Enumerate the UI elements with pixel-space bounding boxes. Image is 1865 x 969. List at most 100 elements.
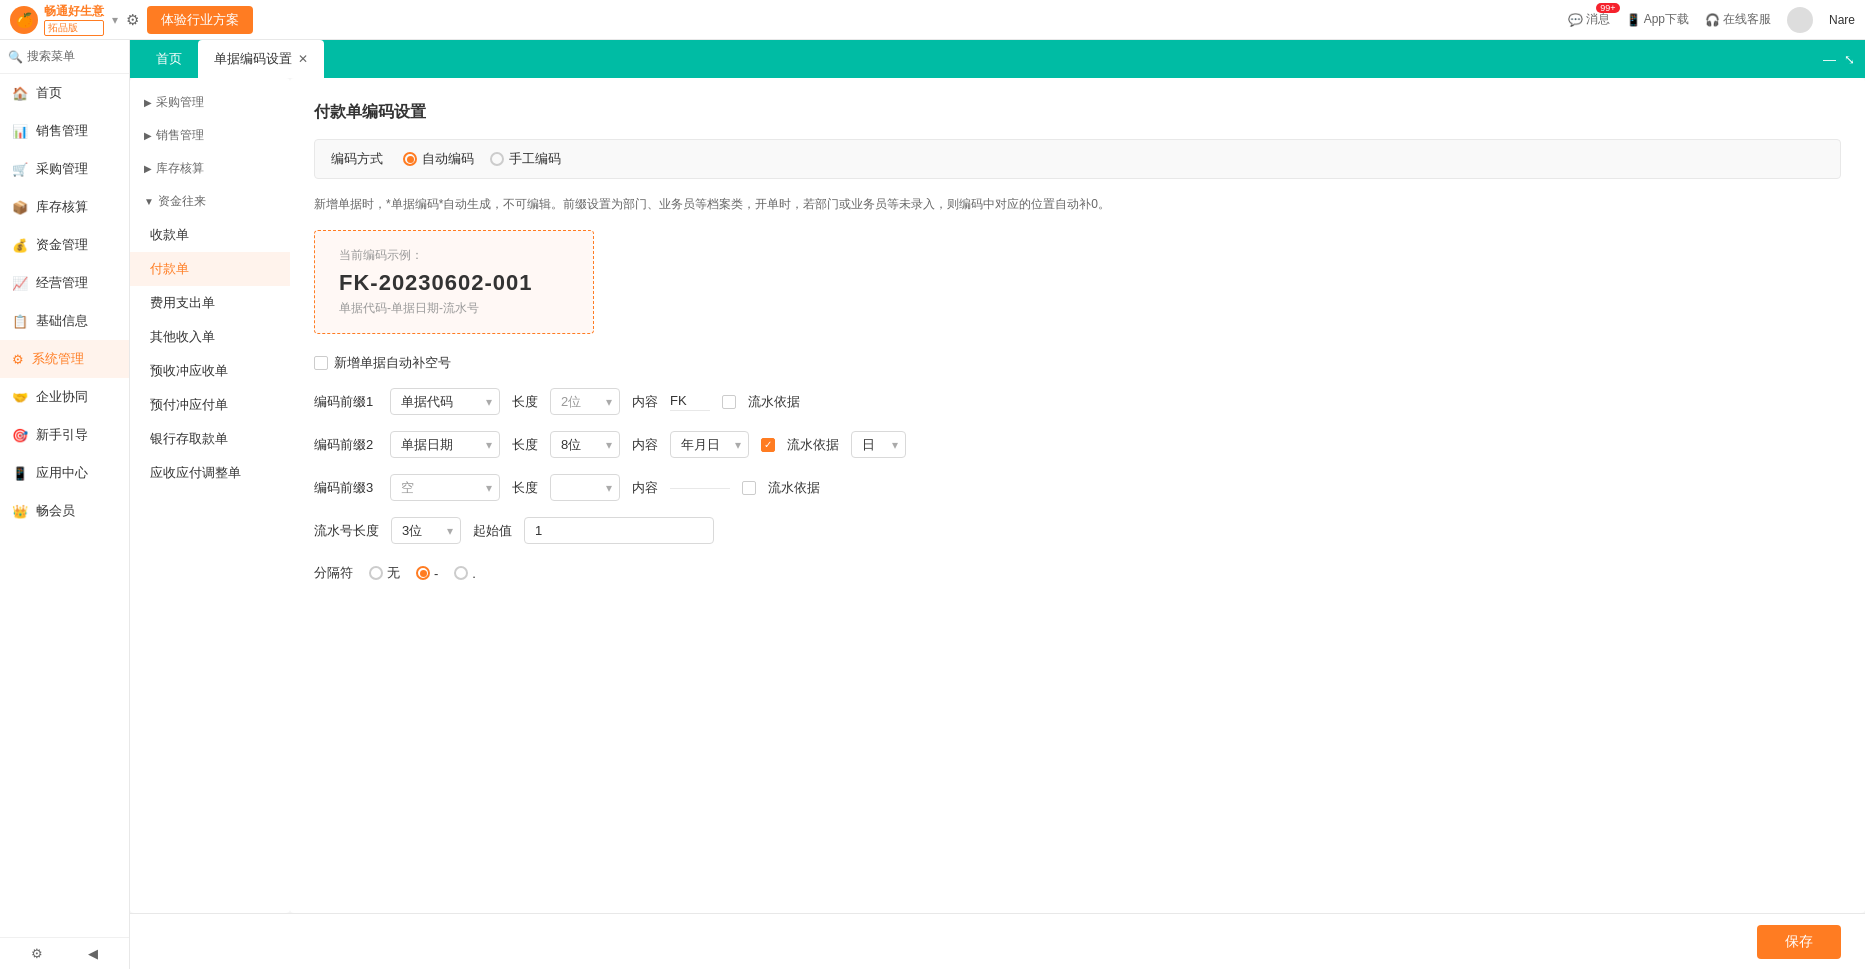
online-service[interactable]: 🎧 在线客服 <box>1705 11 1771 28</box>
sep-none[interactable]: 无 <box>369 564 400 582</box>
sidebar-item-operation[interactable]: 📈 经营管理 <box>0 264 129 302</box>
sidebar-item-home[interactable]: 🏠 首页 <box>0 74 129 112</box>
form-area: 付款单编码设置 编码方式 自动编码 手工编码 <box>290 78 1865 913</box>
sidebar-search[interactable]: 🔍 搜索菜单 <box>0 40 129 74</box>
prefix3-content-label: 内容 <box>632 479 658 497</box>
prefix1-content-label: 内容 <box>632 393 658 411</box>
prefix1-select-wrap[interactable]: 单据代码 <box>390 388 500 415</box>
separator-options: 无 - . <box>369 564 476 582</box>
settings-icon[interactable]: ⚙ <box>126 11 139 29</box>
serial-length-wrap[interactable]: 3位 <box>391 517 461 544</box>
manual-encode-option[interactable]: 手工编码 <box>490 150 561 168</box>
prefix2-length-select[interactable]: 8位 <box>550 431 620 458</box>
prefix2-content-select[interactable]: 年月日 <box>670 431 749 458</box>
user-avatar[interactable] <box>1787 7 1813 33</box>
prefix1-label: 编码前缀1 <box>314 393 378 411</box>
logo-icon: 🍊 <box>10 6 38 34</box>
sidebar-settings-icon[interactable]: ⚙ <box>31 946 43 961</box>
app-download[interactable]: 📱 App下载 <box>1626 11 1689 28</box>
purchase-icon: 🛒 <box>12 162 28 177</box>
prefix3-content-value <box>670 486 730 489</box>
sidebar-collapse-icon[interactable]: ◀ <box>88 946 98 961</box>
sec-nav-advance-receivable[interactable]: 预收冲应收单 <box>130 354 290 388</box>
prefix1-serial-label: 流水依据 <box>748 393 800 411</box>
sec-nav-expense[interactable]: 费用支出单 <box>130 286 290 320</box>
encoding-method-label: 编码方式 <box>331 150 383 168</box>
prefix2-serial-unit-select[interactable]: 日 <box>851 431 906 458</box>
sidebar-item-member[interactable]: 👑 畅会员 <box>0 492 129 530</box>
sec-nav-other-income[interactable]: 其他收入单 <box>130 320 290 354</box>
prefix2-serial-unit-wrap[interactable]: 日 <box>851 431 906 458</box>
sidebar-item-apps[interactable]: 📱 应用中心 <box>0 454 129 492</box>
auto-encode-radio[interactable] <box>403 152 417 166</box>
sec-nav-inventory[interactable]: ▶ 库存核算 <box>130 152 290 185</box>
prefix2-select[interactable]: 单据日期 <box>390 431 500 458</box>
prefix3-serial-check[interactable] <box>742 481 756 495</box>
sec-nav-sales[interactable]: ▶ 销售管理 <box>130 119 290 152</box>
sidebar-item-guide[interactable]: 🎯 新手引导 <box>0 416 129 454</box>
sec-nav-group-inventory: ▶ 库存核算 <box>130 152 290 185</box>
auto-fill-row[interactable]: 新增单据自动补空号 <box>314 354 1841 372</box>
sidebar-item-basic[interactable]: 📋 基础信息 <box>0 302 129 340</box>
sidebar-item-finance[interactable]: 💰 资金管理 <box>0 226 129 264</box>
dropdown-arrow[interactable]: ▾ <box>112 13 118 27</box>
finance-icon: 💰 <box>12 238 28 253</box>
auto-fill-checkbox[interactable] <box>314 356 328 370</box>
serial-length-select[interactable]: 3位 <box>391 517 461 544</box>
encoding-method-row: 编码方式 自动编码 手工编码 <box>314 139 1841 179</box>
sec-nav-group-finance: ▼ 资金往来 收款单 付款单 费用支出单 其他收入单 预收冲应收单 预付冲应付单… <box>130 185 290 490</box>
prefix1-length-select[interactable]: 2位 <box>550 388 620 415</box>
prefix3-length-wrap[interactable] <box>550 474 620 501</box>
prefix2-content-wrap[interactable]: 年月日 <box>670 431 749 458</box>
serial-row: 流水号长度 3位 起始值 <box>314 517 1841 544</box>
sep-dot[interactable]: . <box>454 566 476 581</box>
tab-close-icon[interactable]: ✕ <box>298 52 308 66</box>
prefix1-row: 编码前缀1 单据代码 长度 2位 内容 FK 流水 <box>314 388 1841 415</box>
prefix3-select-wrap[interactable]: 空 <box>390 474 500 501</box>
prefix2-select-wrap[interactable]: 单据日期 <box>390 431 500 458</box>
sep-dash[interactable]: - <box>416 566 438 581</box>
prefix2-length-wrap[interactable]: 8位 <box>550 431 620 458</box>
sep-dot-radio[interactable] <box>454 566 468 580</box>
sidebar-item-sales[interactable]: 📊 销售管理 <box>0 112 129 150</box>
sidebar-item-purchase[interactable]: 🛒 采购管理 <box>0 150 129 188</box>
prefix2-serial-check[interactable]: ✓ <box>761 438 775 452</box>
sec-nav-bank-deposit[interactable]: 银行存取款单 <box>130 422 290 456</box>
sec-nav-finance[interactable]: ▼ 资金往来 <box>130 185 290 218</box>
logo-badge: 拓品版 <box>44 20 104 36</box>
apps-icon: 📱 <box>12 466 28 481</box>
sep-dash-radio[interactable] <box>416 566 430 580</box>
code-preview-label: 当前编码示例： <box>339 247 569 264</box>
tab-bar-right: — ⤡ <box>1823 52 1855 67</box>
start-value-input[interactable] <box>524 517 714 544</box>
auto-encode-option[interactable]: 自动编码 <box>403 150 474 168</box>
chevron-right-icon: ▶ <box>144 97 152 108</box>
prefix1-length-wrap[interactable]: 2位 <box>550 388 620 415</box>
tab-minimize-icon[interactable]: — <box>1823 52 1836 67</box>
basic-icon: 📋 <box>12 314 28 329</box>
manual-encode-radio[interactable] <box>490 152 504 166</box>
tab-encoding[interactable]: 单据编码设置 ✕ <box>198 40 324 78</box>
sidebar-item-system[interactable]: ⚙ 系统管理 <box>0 340 129 378</box>
prefix1-select[interactable]: 单据代码 <box>390 388 500 415</box>
sec-nav-purchase[interactable]: ▶ 采购管理 <box>130 86 290 119</box>
logo: 🍊 畅通好生意 拓品版 <box>10 3 104 36</box>
prefix3-select[interactable]: 空 <box>390 474 500 501</box>
tab-expand-icon[interactable]: ⤡ <box>1844 52 1855 67</box>
sec-nav-advance-payable[interactable]: 预付冲应付单 <box>130 388 290 422</box>
sidebar-nav: 🏠 首页 📊 销售管理 🛒 采购管理 📦 库存核算 💰 资金管理 📈 经 <box>0 74 129 937</box>
prefix3-length-select[interactable] <box>550 474 620 501</box>
sec-nav-receipt[interactable]: 收款单 <box>130 218 290 252</box>
tab-home[interactable]: 首页 <box>140 40 198 78</box>
sec-nav-group-purchase: ▶ 采购管理 <box>130 86 290 119</box>
sep-none-radio[interactable] <box>369 566 383 580</box>
sec-nav-payment[interactable]: 付款单 <box>130 252 290 286</box>
service-icon: 🎧 <box>1705 13 1720 27</box>
sidebar-item-inventory[interactable]: 📦 库存核算 <box>0 188 129 226</box>
sidebar-item-enterprise[interactable]: 🤝 企业协同 <box>0 378 129 416</box>
sec-nav-ar-ap-adjust[interactable]: 应收应付调整单 <box>130 456 290 490</box>
message-area[interactable]: 💬 消息 99+ <box>1568 11 1610 28</box>
save-button[interactable]: 保存 <box>1757 925 1841 959</box>
prefix1-serial-check[interactable] <box>722 395 736 409</box>
promo-button[interactable]: 体验行业方案 <box>147 6 253 34</box>
